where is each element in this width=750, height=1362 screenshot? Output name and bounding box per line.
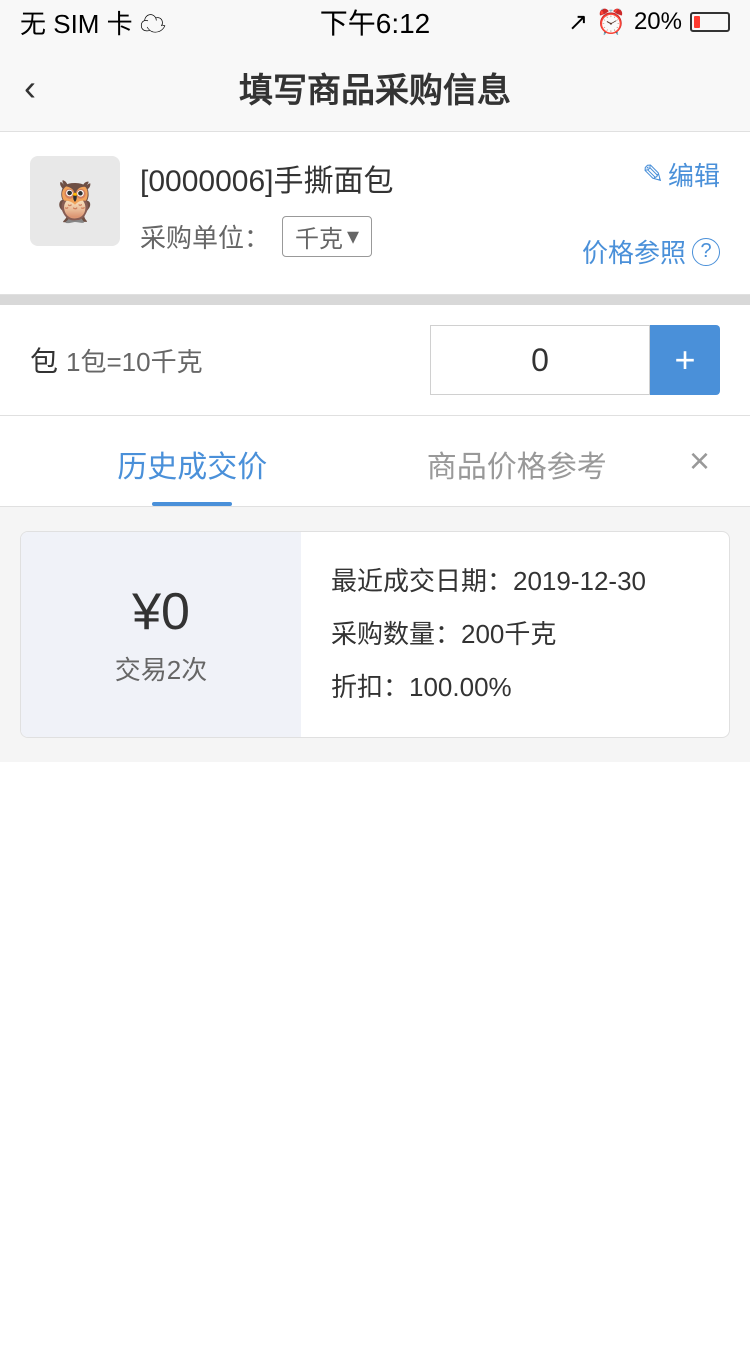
price-detail-discount: 折扣：100.00% xyxy=(331,668,699,707)
currency-symbol: ¥ xyxy=(132,583,161,641)
gray-divider xyxy=(0,295,750,305)
unit-dropdown-arrow: ▾ xyxy=(347,222,359,251)
edit-icon: ✎ xyxy=(642,159,664,190)
price-reference-button[interactable]: 价格参照 ? xyxy=(582,233,720,270)
product-card: 🦉 [0000006]手撕面包 采购单位： 千克 ▾ ✎ 编辑 价格参照 xyxy=(0,132,750,295)
quantity-plus-button[interactable]: + xyxy=(650,325,720,395)
tab-product-price-ref[interactable]: 商品价格参考 xyxy=(354,416,678,506)
product-info: [0000006]手撕面包 采购单位： 千克 ▾ xyxy=(140,156,393,257)
status-time: 下午6:12 xyxy=(320,2,431,42)
back-button[interactable]: ‹ xyxy=(24,67,36,109)
quantity-controls: 0 + xyxy=(430,325,720,395)
quantity-input[interactable]: 0 xyxy=(430,325,650,395)
help-icon: ? xyxy=(692,238,720,266)
product-image: 🦉 xyxy=(30,156,120,246)
discount-value: 100.00% xyxy=(409,672,512,702)
price-card-right: 最近成交日期：2019-12-30 采购数量：200千克 折扣：100.00% xyxy=(301,532,729,737)
tab-bar: 历史成交价 商品价格参考 × xyxy=(0,416,750,507)
edit-label: 编辑 xyxy=(668,156,720,193)
date-label: 最近成交日期： xyxy=(331,566,513,596)
price-detail-date: 最近成交日期：2019-12-30 xyxy=(331,562,699,601)
alarm-icon: ⏰ xyxy=(596,8,626,37)
discount-label: 折扣： xyxy=(331,672,409,702)
quantity-label: 包 1包=10千克 xyxy=(30,340,203,380)
sim-label: 无 SIM 卡 ☁ xyxy=(20,4,166,41)
price-card-container: ¥0 交易2次 最近成交日期：2019-12-30 采购数量：200千克 折扣：… xyxy=(0,507,750,762)
tab-close-button[interactable]: × xyxy=(679,440,720,482)
quantity-unit-char: 包 xyxy=(30,340,58,380)
price-value: 0 xyxy=(161,583,190,641)
price-amount: ¥0 xyxy=(132,582,190,642)
unit-value: 千克 xyxy=(295,219,343,254)
battery-percent: 20% xyxy=(634,8,682,36)
page-title: 填写商品采购信息 xyxy=(239,63,511,112)
price-card: ¥0 交易2次 最近成交日期：2019-12-30 采购数量：200千克 折扣：… xyxy=(20,531,730,738)
edit-button[interactable]: ✎ 编辑 xyxy=(642,156,720,193)
white-area xyxy=(0,762,750,1362)
tab-history-price[interactable]: 历史成交价 xyxy=(30,416,354,506)
unit-badge[interactable]: 千克 ▾ xyxy=(282,216,372,257)
unit-label: 采购单位： xyxy=(140,218,270,255)
date-value: 2019-12-30 xyxy=(513,566,646,596)
tab-section: 历史成交价 商品价格参考 × ¥0 交易2次 最近成交日期：2019-12-30… xyxy=(0,416,750,762)
quantity-row: 包 1包=10千克 0 + xyxy=(0,305,750,416)
price-detail-qty: 采购数量：200千克 xyxy=(331,615,699,654)
product-right: ✎ 编辑 价格参照 ? xyxy=(582,156,720,270)
product-left: 🦉 [0000006]手撕面包 采购单位： 千克 ▾ xyxy=(30,156,393,257)
status-right: ↗ ⏰ 20% xyxy=(568,8,730,37)
price-ref-label: 价格参照 xyxy=(582,233,686,270)
price-times: 交易2次 xyxy=(115,650,207,687)
location-icon: ↗ xyxy=(568,8,588,37)
quantity-sub-label: 1包=10千克 xyxy=(66,342,203,379)
product-name: [0000006]手撕面包 xyxy=(140,156,393,200)
product-unit-row: 采购单位： 千克 ▾ xyxy=(140,216,393,257)
price-card-left: ¥0 交易2次 xyxy=(21,532,301,737)
battery-icon xyxy=(690,12,730,32)
header: ‹ 填写商品采购信息 xyxy=(0,44,750,132)
qty-value: 200千克 xyxy=(461,619,556,649)
product-top: 🦉 [0000006]手撕面包 采购单位： 千克 ▾ ✎ 编辑 价格参照 xyxy=(30,156,720,270)
qty-label: 采购数量： xyxy=(331,619,461,649)
product-logo-icon: 🦉 xyxy=(50,178,100,225)
status-bar: 无 SIM 卡 ☁ 下午6:12 ↗ ⏰ 20% xyxy=(0,0,750,44)
status-left: 无 SIM 卡 ☁ xyxy=(20,4,166,41)
